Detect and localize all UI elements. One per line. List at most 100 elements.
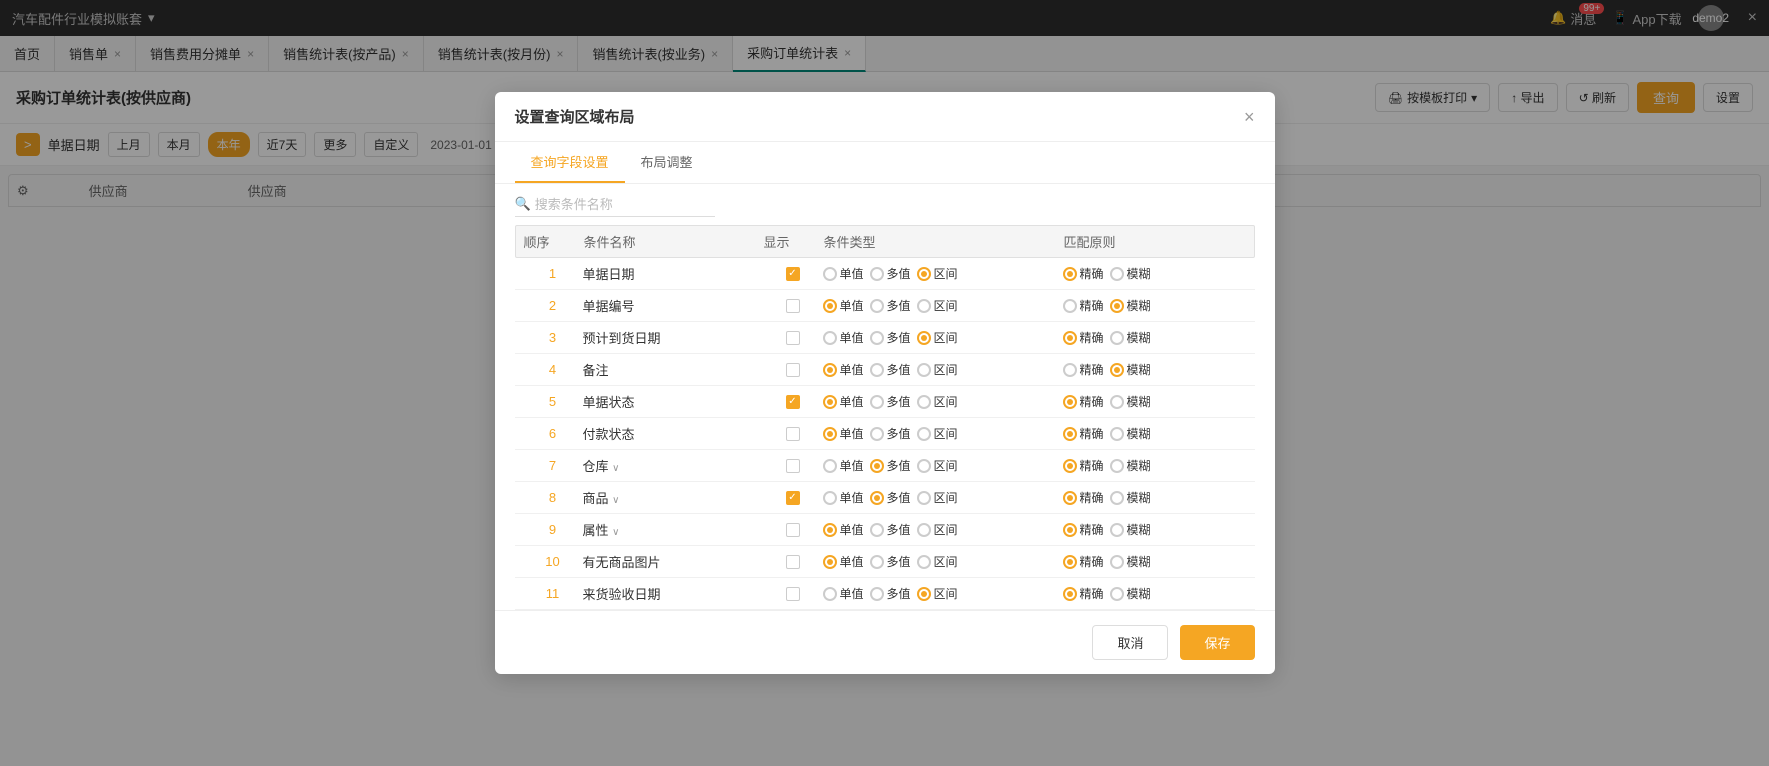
type-option-单值-6[interactable]: 单值 [823, 457, 864, 474]
match-option-模糊-0[interactable]: 模糊 [1110, 265, 1151, 282]
match-option-模糊-9[interactable]: 模糊 [1110, 553, 1151, 570]
display-checkbox-2[interactable] [786, 331, 800, 345]
display-checkbox-5[interactable] [786, 427, 800, 441]
display-checkbox-8[interactable] [786, 523, 800, 537]
type-option-多值-4[interactable]: 多值 [870, 393, 911, 410]
type-option-多值-8[interactable]: 多值 [870, 521, 911, 538]
col-cond-name: 条件名称 [584, 232, 764, 251]
match-option-模糊-6[interactable]: 模糊 [1110, 457, 1151, 474]
type-option-区间-2[interactable]: 区间 [917, 329, 958, 346]
type-option-单值-4[interactable]: 单值 [823, 393, 864, 410]
type-option-区间-7[interactable]: 区间 [917, 489, 958, 506]
row-name-7: 商品 ∨ [583, 488, 763, 507]
match-option-精确-6[interactable]: 精确 [1063, 457, 1104, 474]
table-row: 7仓库 ∨单值多值区间精确模糊 [515, 450, 1255, 482]
match-option-精确-0[interactable]: 精确 [1063, 265, 1104, 282]
radio-circle-icon [1063, 459, 1077, 473]
dialog-tab-query[interactable]: 查询字段设置 [515, 142, 625, 183]
display-checkbox-9[interactable] [786, 555, 800, 569]
row-order-8: 9 [523, 522, 583, 537]
display-checkbox-0[interactable]: ✓ [786, 267, 800, 281]
type-option-多值-3[interactable]: 多值 [870, 361, 911, 378]
row-match-3: 精确模糊 [1063, 361, 1263, 378]
match-option-模糊-4[interactable]: 模糊 [1110, 393, 1151, 410]
type-option-多值-5[interactable]: 多值 [870, 425, 911, 442]
radio-label: 精确 [1080, 425, 1104, 442]
type-option-多值-10[interactable]: 多值 [870, 585, 911, 602]
type-option-区间-6[interactable]: 区间 [917, 457, 958, 474]
radio-circle-icon [870, 331, 884, 345]
type-option-单值-3[interactable]: 单值 [823, 361, 864, 378]
type-option-单值-8[interactable]: 单值 [823, 521, 864, 538]
type-option-多值-2[interactable]: 多值 [870, 329, 911, 346]
type-option-单值-10[interactable]: 单值 [823, 585, 864, 602]
type-option-多值-9[interactable]: 多值 [870, 553, 911, 570]
type-option-单值-0[interactable]: 单值 [823, 265, 864, 282]
match-option-模糊-10[interactable]: 模糊 [1110, 585, 1151, 602]
row-order-10: 11 [523, 586, 583, 601]
type-option-单值-2[interactable]: 单值 [823, 329, 864, 346]
display-checkbox-7[interactable]: ✓ [786, 491, 800, 505]
type-option-区间-0[interactable]: 区间 [917, 265, 958, 282]
match-option-精确-10[interactable]: 精确 [1063, 585, 1104, 602]
radio-circle-icon [1063, 491, 1077, 505]
type-option-区间-4[interactable]: 区间 [917, 393, 958, 410]
row-order-4: 5 [523, 394, 583, 409]
row-display-4: ✓ [763, 395, 823, 409]
row-order-5: 6 [523, 426, 583, 441]
radio-circle-icon [1063, 331, 1077, 345]
match-option-模糊-7[interactable]: 模糊 [1110, 489, 1151, 506]
save-button[interactable]: 保存 [1180, 625, 1254, 660]
type-option-区间-1[interactable]: 区间 [917, 297, 958, 314]
radio-label: 区间 [934, 329, 958, 346]
type-option-区间-5[interactable]: 区间 [917, 425, 958, 442]
match-option-精确-9[interactable]: 精确 [1063, 553, 1104, 570]
match-option-精确-2[interactable]: 精确 [1063, 329, 1104, 346]
display-checkbox-1[interactable] [786, 299, 800, 313]
radio-circle-icon [870, 491, 884, 505]
radio-circle-icon [870, 523, 884, 537]
type-option-多值-7[interactable]: 多值 [870, 489, 911, 506]
search-input[interactable] [535, 197, 695, 212]
display-checkbox-3[interactable] [786, 363, 800, 377]
type-option-区间-9[interactable]: 区间 [917, 553, 958, 570]
display-checkbox-4[interactable]: ✓ [786, 395, 800, 409]
type-option-单值-5[interactable]: 单值 [823, 425, 864, 442]
type-option-单值-9[interactable]: 单值 [823, 553, 864, 570]
match-option-模糊-3[interactable]: 模糊 [1110, 361, 1151, 378]
match-option-精确-5[interactable]: 精确 [1063, 425, 1104, 442]
cancel-button[interactable]: 取消 [1092, 625, 1168, 660]
match-option-精确-4[interactable]: 精确 [1063, 393, 1104, 410]
type-option-区间-3[interactable]: 区间 [917, 361, 958, 378]
dialog-close-button[interactable]: × [1244, 108, 1255, 140]
match-option-模糊-2[interactable]: 模糊 [1110, 329, 1151, 346]
row-name-10: 来货验收日期 [583, 584, 763, 603]
match-option-模糊-5[interactable]: 模糊 [1110, 425, 1151, 442]
radio-circle-icon [1110, 299, 1124, 313]
match-option-精确-3[interactable]: 精确 [1063, 361, 1104, 378]
radio-label: 精确 [1080, 393, 1104, 410]
match-option-精确-8[interactable]: 精确 [1063, 521, 1104, 538]
type-option-多值-1[interactable]: 多值 [870, 297, 911, 314]
dropdown-arrow-icon: ∨ [612, 463, 619, 474]
display-checkbox-10[interactable] [786, 587, 800, 601]
match-option-精确-7[interactable]: 精确 [1063, 489, 1104, 506]
dialog-overlay: 设置查询区域布局 × 查询字段设置 布局调整 🔍 [0, 0, 1769, 766]
radio-circle-icon [917, 459, 931, 473]
type-option-单值-7[interactable]: 单值 [823, 489, 864, 506]
type-option-多值-0[interactable]: 多值 [870, 265, 911, 282]
match-option-模糊-1[interactable]: 模糊 [1110, 297, 1151, 314]
row-order-2: 3 [523, 330, 583, 345]
match-option-精确-1[interactable]: 精确 [1063, 297, 1104, 314]
radio-circle-icon [1063, 363, 1077, 377]
match-option-模糊-8[interactable]: 模糊 [1110, 521, 1151, 538]
type-option-多值-6[interactable]: 多值 [870, 457, 911, 474]
type-option-单值-1[interactable]: 单值 [823, 297, 864, 314]
display-checkbox-6[interactable] [786, 459, 800, 473]
type-option-区间-10[interactable]: 区间 [917, 585, 958, 602]
radio-label: 模糊 [1127, 489, 1151, 506]
radio-circle-icon [917, 523, 931, 537]
radio-label: 单值 [840, 521, 864, 538]
dialog-tab-layout[interactable]: 布局调整 [625, 142, 709, 183]
type-option-区间-8[interactable]: 区间 [917, 521, 958, 538]
